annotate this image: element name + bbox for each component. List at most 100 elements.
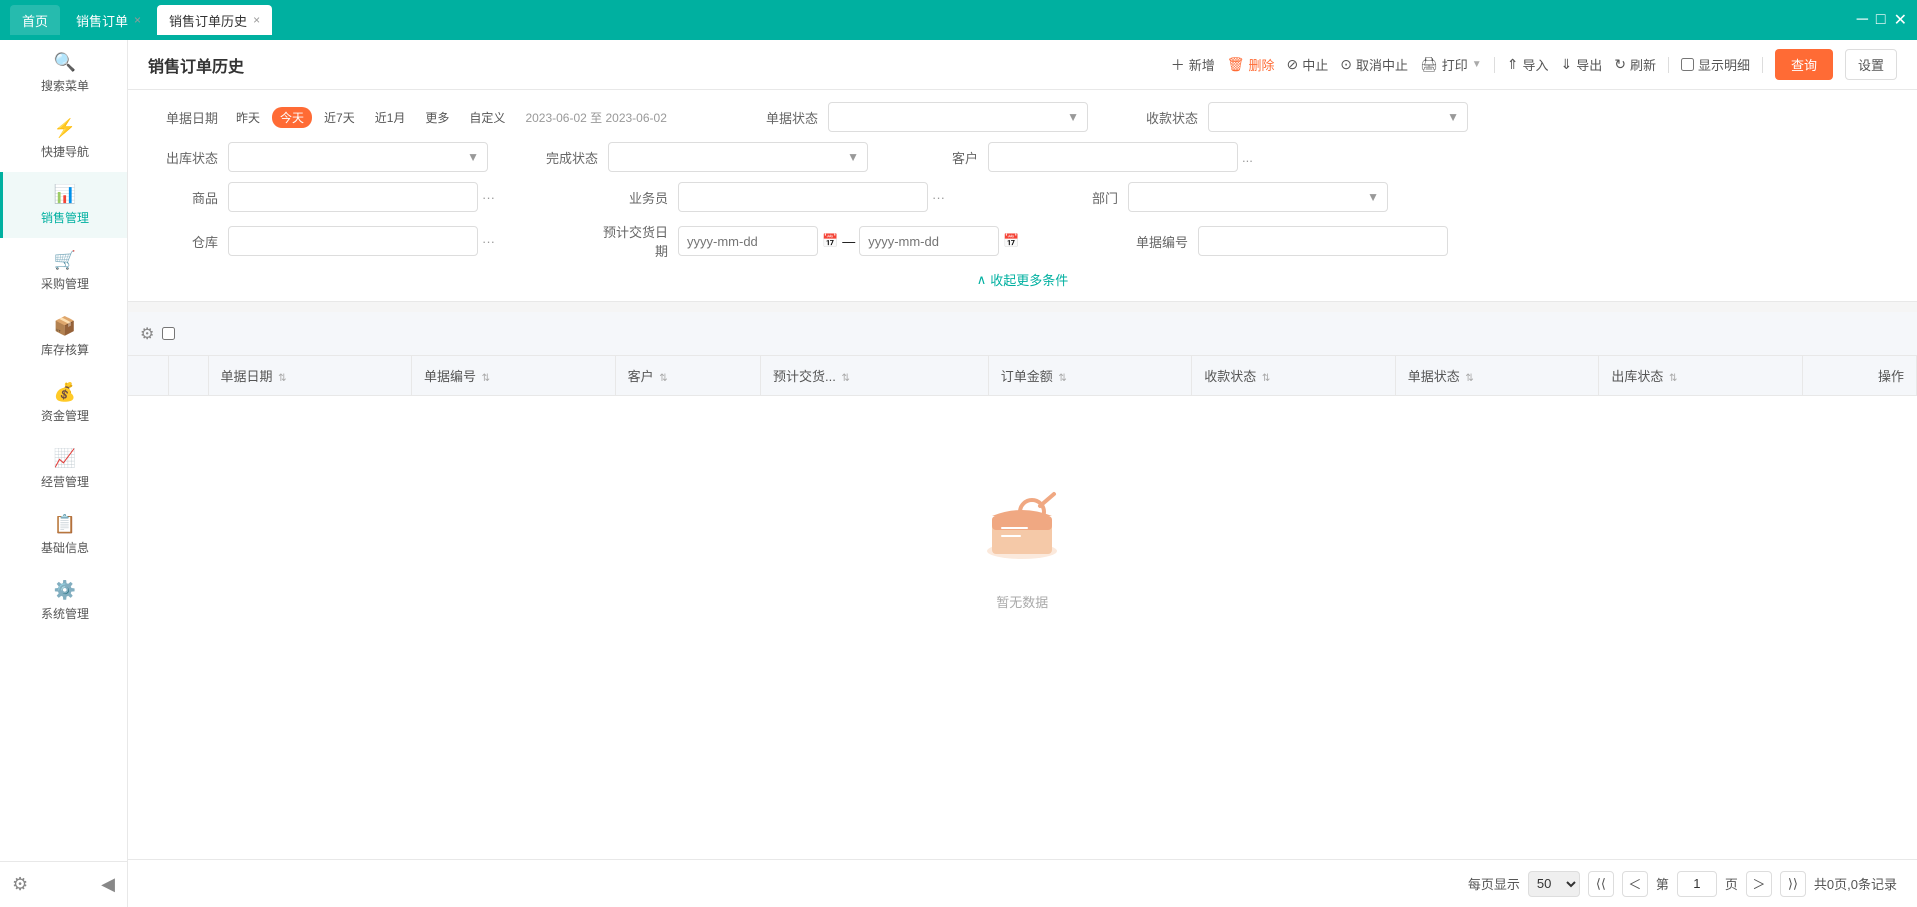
cancel-stop-button[interactable]: ⊙ 取消中止 xyxy=(1340,55,1408,74)
department-select[interactable]: ▼ xyxy=(1128,182,1388,212)
sort-expected-delivery-icon[interactable]: ⇅ xyxy=(841,373,849,384)
date-tab-yesterday[interactable]: 昨天 xyxy=(228,107,268,128)
delivery-date-from[interactable] xyxy=(678,226,818,256)
table-toolbar: ⚙ xyxy=(128,312,1917,356)
delete-button[interactable]: 🗑 删除 xyxy=(1227,55,1275,74)
th-customer[interactable]: 客户 ⇅ xyxy=(615,356,760,396)
sidebar-item-system-mgmt[interactable]: ⚙️ 系统管理 xyxy=(0,568,127,634)
salesperson-input[interactable] xyxy=(678,182,928,212)
th-payment-status[interactable]: 收款状态 ⇅ xyxy=(1192,356,1396,396)
sidebar-item-sales-mgmt[interactable]: 📊 销售管理 xyxy=(0,172,127,238)
tab-sales-order-history[interactable]: 销售订单历史 × xyxy=(157,5,272,35)
customer-more-icon[interactable]: ... xyxy=(1242,150,1253,165)
cancel-stop-label: 取消中止 xyxy=(1356,55,1408,74)
first-page-button[interactable]: ⟨⟨ xyxy=(1588,871,1614,897)
add-icon: ＋ xyxy=(1171,55,1185,75)
last-page-button[interactable]: ⟩⟩ xyxy=(1780,871,1806,897)
tab-sales-order-close[interactable]: × xyxy=(134,13,141,27)
page-number-input[interactable] xyxy=(1677,871,1717,897)
goods-input[interactable] xyxy=(228,182,478,212)
sidebar-item-system-mgmt-label: 系统管理 xyxy=(41,605,89,622)
tab-home-label: 首页 xyxy=(22,11,48,30)
prev-page-button[interactable]: ＜ xyxy=(1622,871,1648,897)
close-window-icon[interactable]: ✕ xyxy=(1894,10,1907,30)
tab-sales-order-history-close[interactable]: × xyxy=(253,13,260,27)
th-expected-delivery-label: 预计交货... xyxy=(773,369,836,384)
query-button[interactable]: 查询 xyxy=(1775,49,1833,80)
th-bill-number[interactable]: 单据编号 ⇅ xyxy=(412,356,616,396)
payment-status-select[interactable]: ▼ xyxy=(1208,102,1468,132)
sort-bill-date-icon[interactable]: ⇅ xyxy=(278,373,286,384)
date-tab-today[interactable]: 今天 xyxy=(272,107,312,128)
refresh-icon: ↻ xyxy=(1614,56,1626,73)
stop-button[interactable]: ⊘ 中止 xyxy=(1287,55,1329,74)
show-detail-checkbox[interactable] xyxy=(1681,58,1694,71)
sidebar-item-purchase-mgmt[interactable]: 🛒 采购管理 xyxy=(0,238,127,304)
sort-bill-status-icon[interactable]: ⇅ xyxy=(1465,373,1473,384)
search-menu-icon: 🔍 xyxy=(54,52,76,73)
date-tab-custom[interactable]: 自定义 xyxy=(461,107,513,128)
warehouse-input[interactable] xyxy=(228,226,478,256)
date-tab-more[interactable]: 更多 xyxy=(417,107,457,128)
th-outbound-status-label: 出库状态 xyxy=(1611,369,1663,384)
sidebar-item-basic-info[interactable]: 📋 基础信息 xyxy=(0,502,127,568)
per-page-select[interactable]: 50 10 20 100 xyxy=(1528,871,1580,897)
add-button[interactable]: ＋ 新增 xyxy=(1171,55,1215,75)
export-button[interactable]: ⇓ 导出 xyxy=(1560,55,1602,74)
sidebar-item-basic-info-label: 基础信息 xyxy=(41,539,89,556)
next-page-button[interactable]: ＞ xyxy=(1746,871,1772,897)
sidebar-item-quick-nav[interactable]: ⚡ 快捷导航 xyxy=(0,106,127,172)
sidebar-item-operation[interactable]: 📈 经营管理 xyxy=(0,436,127,502)
th-order-amount[interactable]: 订单金额 ⇅ xyxy=(988,356,1192,396)
outbound-status-select[interactable]: ▼ xyxy=(228,142,488,172)
import-button[interactable]: ⇑ 导入 xyxy=(1507,55,1549,74)
collapse-button[interactable]: ∧ 收起更多条件 xyxy=(977,270,1069,289)
salesperson-more-icon[interactable]: ··· xyxy=(932,190,945,205)
delete-icon: 🗑 xyxy=(1227,56,1245,73)
select-all-checkbox[interactable] xyxy=(162,327,175,340)
sidebar-item-finance[interactable]: 💰 资金管理 xyxy=(0,370,127,436)
calendar-from-icon[interactable]: 📅 xyxy=(822,233,838,249)
bill-status-select[interactable]: ▼ xyxy=(828,102,1088,132)
export-label: 导出 xyxy=(1576,55,1602,74)
tab-home[interactable]: 首页 xyxy=(10,5,60,35)
date-label: 单据日期 xyxy=(148,108,228,127)
sort-customer-icon[interactable]: ⇅ xyxy=(659,373,667,384)
print-icon: 🖨 xyxy=(1420,56,1438,73)
sidebar-settings-icon[interactable]: ⚙ xyxy=(12,874,28,895)
sort-payment-status-icon[interactable]: ⇅ xyxy=(1262,373,1270,384)
calendar-to-icon[interactable]: 📅 xyxy=(1003,233,1019,249)
show-detail-checkbox-label[interactable]: 显示明细 xyxy=(1681,55,1750,74)
sidebar-item-inventory[interactable]: 📦 库存核算 xyxy=(0,304,127,370)
table-settings-icon[interactable]: ⚙ xyxy=(140,324,154,344)
th-settings xyxy=(128,356,168,396)
th-bill-date[interactable]: 单据日期 ⇅ xyxy=(208,356,412,396)
sort-bill-number-icon[interactable]: ⇅ xyxy=(482,373,490,384)
sidebar-collapse-icon[interactable]: ◀ xyxy=(101,874,115,895)
warehouse-more-icon[interactable]: ··· xyxy=(482,234,495,249)
th-expected-delivery[interactable]: 预计交货... ⇅ xyxy=(760,356,988,396)
maximize-icon[interactable]: □ xyxy=(1876,11,1886,29)
th-outbound-status[interactable]: 出库状态 ⇅ xyxy=(1599,356,1803,396)
refresh-button[interactable]: ↻ 刷新 xyxy=(1614,55,1656,74)
sidebar-item-sales-mgmt-label: 销售管理 xyxy=(41,209,89,226)
date-tab-7days[interactable]: 近7天 xyxy=(316,107,363,128)
goods-more-icon[interactable]: ··· xyxy=(482,190,495,205)
export-icon: ⇓ xyxy=(1560,56,1572,73)
empty-illustration xyxy=(972,476,1072,576)
sidebar-item-operation-label: 经营管理 xyxy=(41,473,89,490)
settings-button[interactable]: 设置 xyxy=(1845,49,1897,80)
minimize-icon[interactable]: ─ xyxy=(1857,11,1868,29)
divider3 xyxy=(1762,57,1763,73)
delivery-date-to[interactable] xyxy=(859,226,999,256)
print-button[interactable]: 🖨 打印 ▼ xyxy=(1420,55,1482,74)
sort-outbound-status-icon[interactable]: ⇅ xyxy=(1669,373,1677,384)
sort-order-amount-icon[interactable]: ⇅ xyxy=(1058,373,1066,384)
sidebar-item-search-menu[interactable]: 🔍 搜索菜单 xyxy=(0,40,127,106)
date-tab-1month[interactable]: 近1月 xyxy=(367,107,414,128)
customer-input[interactable] xyxy=(988,142,1238,172)
th-bill-status[interactable]: 单据状态 ⇅ xyxy=(1395,356,1599,396)
tab-sales-order[interactable]: 销售订单 × xyxy=(64,5,153,35)
bill-number-input[interactable] xyxy=(1198,226,1448,256)
complete-status-select[interactable]: ▼ xyxy=(608,142,868,172)
